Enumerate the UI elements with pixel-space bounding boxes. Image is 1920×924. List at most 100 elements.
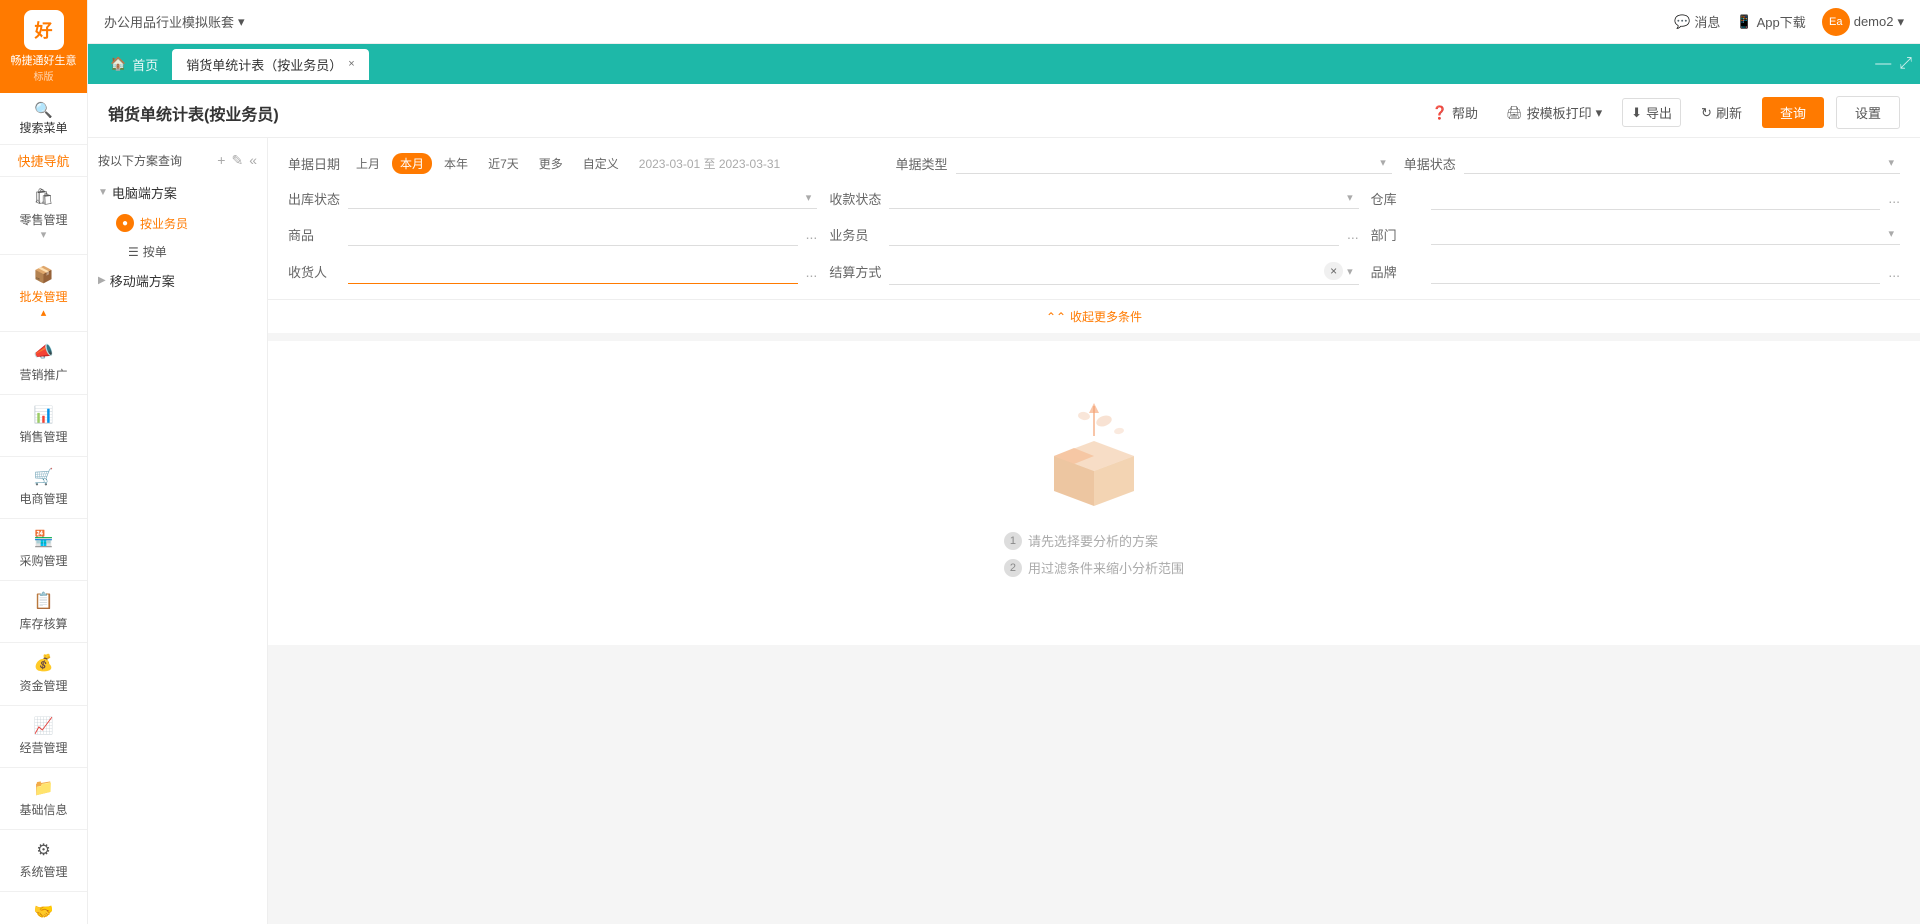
sidebar-item-basic[interactable]: 📁 基础信息 bbox=[0, 768, 87, 830]
payment-status-arrow-icon: ▾ bbox=[1347, 191, 1353, 204]
operations-icon: 📈 bbox=[4, 716, 83, 738]
scheme-edit-icon[interactable]: ✎ bbox=[231, 152, 243, 169]
tabbar-actions: — ⤢ bbox=[1875, 55, 1912, 73]
logo-area[interactable]: 好 畅捷通好生意 标版 bbox=[0, 0, 87, 93]
consignee-dots-icon[interactable]: ... bbox=[806, 264, 818, 280]
consignee-input[interactable] bbox=[348, 260, 798, 284]
date-tabs: 上月 本月 本年 近7天 更多 自定义 bbox=[348, 153, 627, 174]
doc-type-select[interactable]: ▾ bbox=[956, 152, 1392, 174]
tab-home[interactable]: 🏠 首页 bbox=[96, 49, 172, 80]
scheme-header-icons: + ✎ « bbox=[217, 152, 257, 169]
scheme-collapse-icon[interactable]: « bbox=[249, 152, 257, 169]
minimize-tab-icon[interactable]: — bbox=[1875, 55, 1891, 73]
scheme-mobile-section[interactable]: ▶ 移动端方案 bbox=[88, 265, 267, 296]
sales-icon: 📊 bbox=[4, 405, 83, 427]
search-menu[interactable]: 🔍 搜索菜单 bbox=[0, 93, 87, 145]
logo-icon: 好 bbox=[24, 10, 64, 50]
industry-name: 办公用品行业模拟账套 bbox=[104, 12, 234, 31]
out-status-arrow-icon: ▾ bbox=[806, 191, 812, 204]
quick-nav[interactable]: 快捷导航 bbox=[0, 145, 87, 177]
user-dropdown-icon: ▾ bbox=[1897, 14, 1904, 30]
export-button[interactable]: ⬇ 导出 bbox=[1622, 98, 1681, 127]
avatar: Ea bbox=[1822, 8, 1850, 36]
refresh-icon: ↻ bbox=[1701, 105, 1712, 121]
sidebar: 好 畅捷通好生意 标版 🔍 搜索菜单 快捷导航 🛍 零售管理 ▾ 📦 批发管理 … bbox=[0, 0, 88, 924]
sidebar-item-enterprise[interactable]: 🤝 企业协同 bbox=[0, 892, 87, 924]
dept-select[interactable]: ▾ bbox=[1431, 223, 1900, 245]
messages-button[interactable]: 💬 消息 bbox=[1674, 12, 1720, 31]
date-tab-more[interactable]: 更多 bbox=[531, 153, 571, 174]
scheme-desktop-section[interactable]: ▼ 电脑端方案 bbox=[88, 177, 267, 208]
salesperson-input[interactable] bbox=[889, 222, 1339, 246]
doc-type-arrow-icon: ▾ bbox=[1380, 156, 1386, 169]
scheme-add-icon[interactable]: + bbox=[217, 152, 225, 169]
query-button[interactable]: 查询 bbox=[1762, 97, 1824, 128]
order-sub-icon: ☰ bbox=[128, 245, 139, 259]
goods-input[interactable] bbox=[348, 222, 798, 246]
warehouse-field: 仓库 ... bbox=[1371, 186, 1900, 210]
warehouse-input[interactable] bbox=[1431, 186, 1881, 210]
logo-subtitle: 标版 bbox=[34, 68, 54, 83]
ecommerce-icon: 🛒 bbox=[4, 467, 83, 489]
content: 销货单统计表(按业务员) ❓ 帮助 🖨 按模板打印 ▾ ⬇ 导出 bbox=[88, 84, 1920, 924]
message-icon: 💬 bbox=[1674, 14, 1690, 30]
sidebar-item-purchase[interactable]: 🏪 采购管理 bbox=[0, 519, 87, 581]
payment-status-label: 收款状态 bbox=[829, 189, 881, 208]
topbar: 办公用品行业模拟账套 ▾ 💬 消息 📱 App下载 Ea demo2 ▾ bbox=[88, 0, 1920, 44]
sidebar-item-wholesale[interactable]: 📦 批发管理 ▴ bbox=[0, 255, 87, 333]
finance-icon: 💰 bbox=[4, 653, 83, 675]
sidebar-item-retail[interactable]: 🛍 零售管理 ▾ bbox=[0, 177, 87, 255]
brand-label: 品牌 bbox=[1371, 262, 1423, 281]
industry-selector[interactable]: 办公用品行业模拟账套 ▾ bbox=[104, 12, 245, 31]
export-icon: ⬇ bbox=[1631, 105, 1642, 121]
sidebar-item-system[interactable]: ⚙ 系统管理 bbox=[0, 830, 87, 892]
clear-icon: × bbox=[1330, 264, 1337, 278]
goods-dots-icon[interactable]: ... bbox=[806, 226, 818, 242]
sidebar-item-marketing[interactable]: 📣 营销推广 bbox=[0, 332, 87, 394]
app-download-button[interactable]: 📱 App下载 bbox=[1736, 12, 1805, 31]
sidebar-item-finance[interactable]: 💰 资金管理 bbox=[0, 643, 87, 705]
doc-type-field: 单据类型 ▾ bbox=[896, 152, 1392, 174]
empty-hints: 1 请先选择要分析的方案 2 用过滤条件来缩小分析范围 bbox=[1004, 531, 1184, 585]
settings-button[interactable]: 设置 bbox=[1836, 96, 1900, 129]
date-tab-this-year[interactable]: 本年 bbox=[436, 153, 476, 174]
date-tab-this-month[interactable]: 本月 bbox=[392, 153, 432, 174]
date-range: 2023-03-01 至 2023-03-31 bbox=[639, 155, 780, 172]
date-tab-7days[interactable]: 近7天 bbox=[480, 153, 527, 174]
date-tab-custom[interactable]: 自定义 bbox=[575, 153, 627, 174]
sidebar-item-inventory[interactable]: 📋 库存核算 bbox=[0, 581, 87, 643]
out-status-select[interactable]: ▾ bbox=[348, 187, 817, 209]
consignee-label: 收货人 bbox=[288, 262, 340, 281]
mobile-arrow-icon: ▶ bbox=[98, 275, 106, 286]
help-button[interactable]: ❓ 帮助 bbox=[1424, 99, 1486, 126]
content-body: 按以下方案查询 + ✎ « ▼ 电脑端方案 ● 按业务员 bbox=[88, 138, 1920, 924]
payment-method-clear-tag[interactable]: × bbox=[1324, 262, 1343, 280]
collapse-bar[interactable]: ⌃⌃ 收起更多条件 bbox=[268, 300, 1920, 333]
salesperson-dots-icon[interactable]: ... bbox=[1347, 226, 1359, 242]
brand-dots-icon[interactable]: ... bbox=[1888, 264, 1900, 280]
topbar-right: 💬 消息 📱 App下载 Ea demo2 ▾ bbox=[1674, 8, 1904, 36]
refresh-button[interactable]: ↻ 刷新 bbox=[1693, 99, 1750, 126]
payment-status-select[interactable]: ▾ bbox=[889, 187, 1358, 209]
desktop-arrow-icon: ▼ bbox=[98, 187, 108, 198]
date-tab-last-month[interactable]: 上月 bbox=[348, 153, 388, 174]
download-icon: 📱 bbox=[1736, 14, 1752, 30]
maximize-tab-icon[interactable]: ⤢ bbox=[1899, 55, 1912, 73]
wholesale-icon: 📦 bbox=[4, 265, 83, 287]
payment-method-select[interactable]: × ▾ bbox=[889, 258, 1358, 285]
doc-status-select[interactable]: ▾ bbox=[1464, 152, 1900, 174]
page-header: 销货单统计表(按业务员) ❓ 帮助 🖨 按模板打印 ▾ ⬇ 导出 bbox=[88, 84, 1920, 138]
scheme-item-salesperson[interactable]: ● 按业务员 bbox=[88, 208, 267, 238]
warehouse-label: 仓库 bbox=[1371, 189, 1423, 208]
user-menu[interactable]: Ea demo2 ▾ bbox=[1822, 8, 1904, 36]
home-icon: 🏠 bbox=[110, 56, 126, 72]
sidebar-item-operations[interactable]: 📈 经营管理 bbox=[0, 706, 87, 768]
scheme-sub-item-order[interactable]: ☰ 按单 bbox=[88, 238, 267, 265]
print-button[interactable]: 🖨 按模板打印 ▾ bbox=[1498, 99, 1610, 126]
tab-close-icon[interactable]: × bbox=[348, 58, 354, 70]
warehouse-dots-icon[interactable]: ... bbox=[1888, 190, 1900, 206]
tab-report[interactable]: 销货单统计表（按业务员） × bbox=[172, 49, 368, 80]
sidebar-item-sales[interactable]: 📊 销售管理 bbox=[0, 395, 87, 457]
sidebar-item-ecommerce[interactable]: 🛒 电商管理 bbox=[0, 457, 87, 519]
brand-input[interactable] bbox=[1431, 260, 1881, 284]
